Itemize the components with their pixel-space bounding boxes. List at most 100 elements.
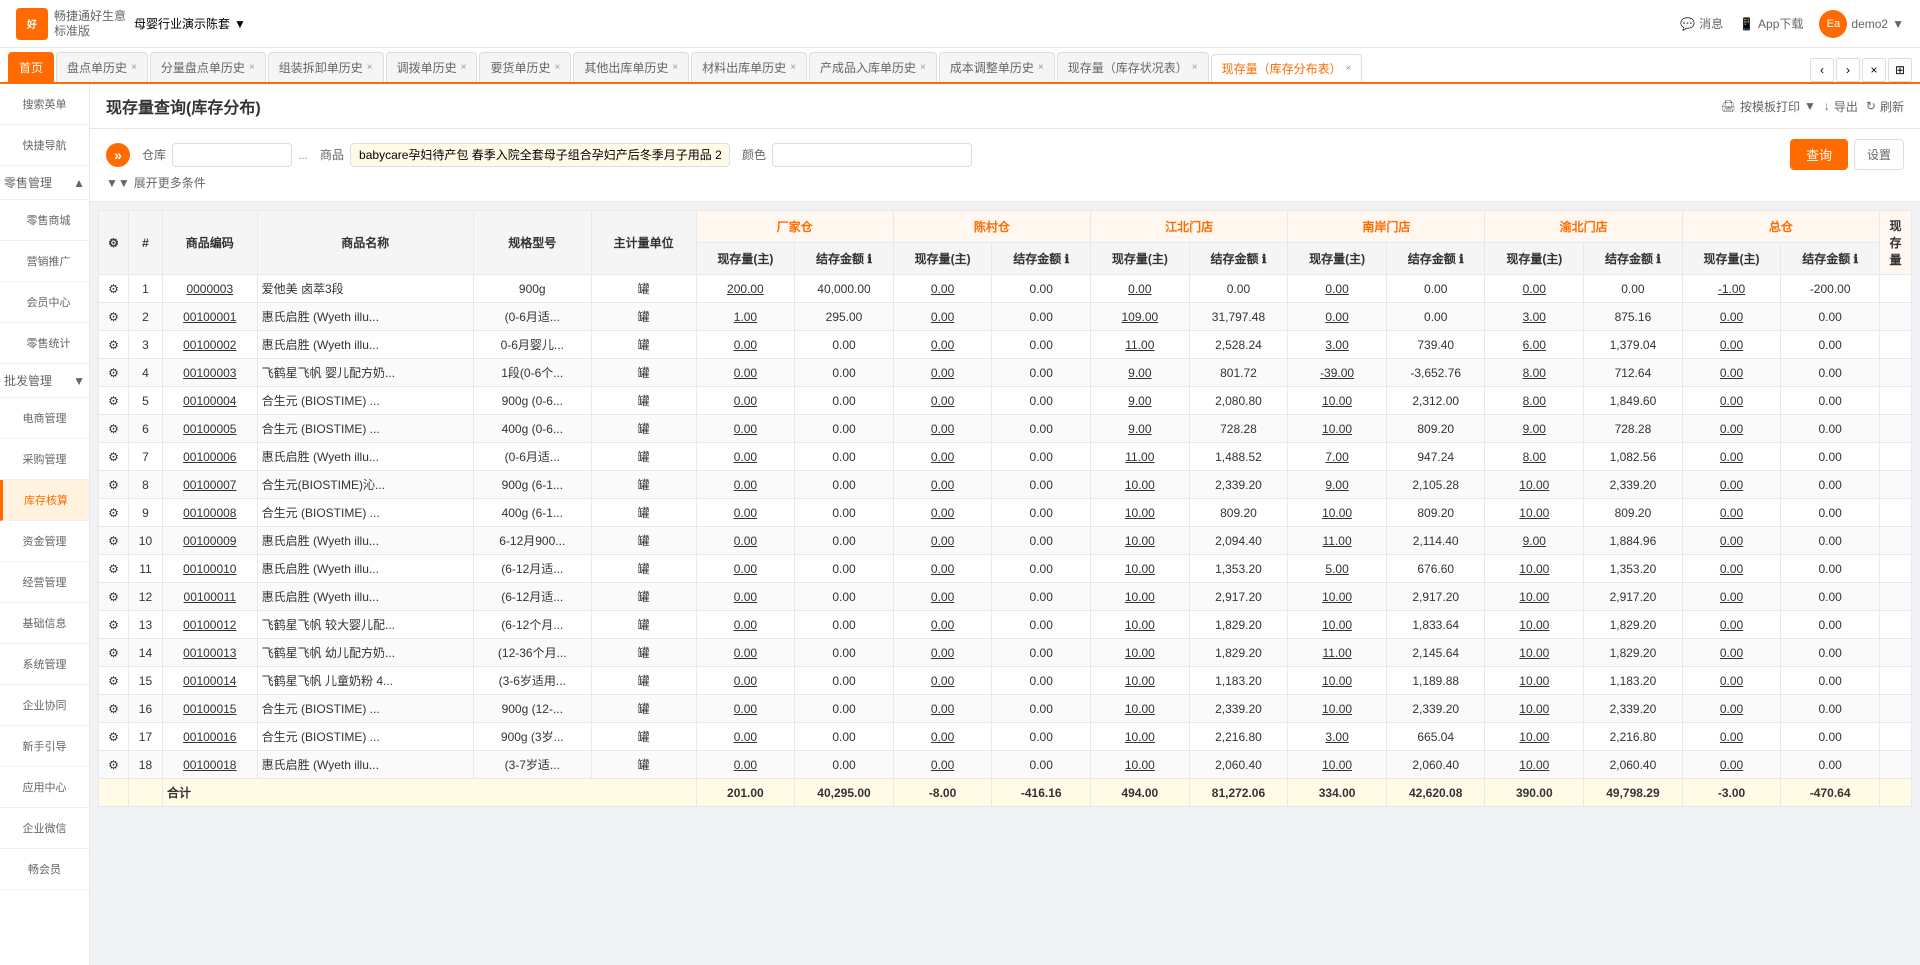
tab-cost-adjust[interactable]: 成本调整单历史 × <box>939 52 1055 82</box>
row-settings[interactable]: ⚙ <box>99 695 129 723</box>
tab-prev-btn[interactable]: ‹ <box>1810 58 1834 82</box>
company-dropdown[interactable]: 母婴行业演示陈套 ▼ <box>134 15 246 32</box>
row-f-amt: 0.00 <box>795 415 894 443</box>
row-spec: 900g (0-6... <box>473 387 591 415</box>
tab-close-icon[interactable]: × <box>672 62 678 73</box>
tab-inventory-check[interactable]: 盘点单历史 × <box>56 52 148 82</box>
app-icon: 📱 <box>1739 17 1754 31</box>
sidebar-item-quicknav[interactable]: 快捷导航 <box>0 125 89 166</box>
table-area[interactable]: ⚙ # 商品编码 商品名称 规格型号 主计量单位 厂家仓 陈村仓 江北门店 南岸… <box>90 202 1920 965</box>
tab-close-icon[interactable]: × <box>1346 63 1352 74</box>
row-settings[interactable]: ⚙ <box>99 443 129 471</box>
table-row: ⚙ 5 00100004 合生元 (BIOSTIME) ... 900g (0-… <box>99 387 1912 415</box>
row-settings[interactable]: ⚙ <box>99 471 129 499</box>
sidebar-item-retail-mall[interactable]: 零售商城 <box>0 200 89 241</box>
color-input[interactable] <box>772 143 972 167</box>
sidebar-item-finance[interactable]: 资金管理 <box>0 521 89 562</box>
tab-close-icon[interactable]: × <box>554 62 560 73</box>
tab-expand-btn[interactable]: ⊞ <box>1888 58 1912 82</box>
row-settings[interactable]: ⚙ <box>99 555 129 583</box>
tab-分量[interactable]: 分量盘点单历史 × <box>150 52 266 82</box>
row-settings[interactable]: ⚙ <box>99 611 129 639</box>
row-settings[interactable]: ⚙ <box>99 275 129 303</box>
sidebar-item-members[interactable]: 会员中心 <box>0 282 89 323</box>
row-na-amt: -3,652.76 <box>1386 359 1485 387</box>
tab-stock-distribution[interactable]: 现存量（库存分布表） × <box>1211 54 1363 84</box>
user-area[interactable]: Ea demo2 ▼ <box>1819 10 1904 38</box>
sidebar-item-basics[interactable]: 基础信息 <box>0 603 89 644</box>
row-na-qty: 11.00 <box>1288 639 1387 667</box>
expand-conditions-btn[interactable]: ▼▼ 展开更多条件 <box>106 174 1904 191</box>
tab-close-icon[interactable]: × <box>790 62 796 73</box>
row-extra <box>1879 443 1911 471</box>
row-settings[interactable]: ⚙ <box>99 751 129 779</box>
row-na-qty: -39.00 <box>1288 359 1387 387</box>
sidebar-item-purchase[interactable]: 采购管理 <box>0 439 89 480</box>
row-extra <box>1879 555 1911 583</box>
tab-label: 其他出库单历史 <box>584 59 668 76</box>
tab-close-icon[interactable]: × <box>920 62 926 73</box>
row-settings[interactable]: ⚙ <box>99 499 129 527</box>
expand-icon[interactable]: » <box>106 143 130 167</box>
row-settings[interactable]: ⚙ <box>99 583 129 611</box>
row-code: 00100018 <box>162 751 257 779</box>
tab-home[interactable]: 首页 <box>8 52 54 82</box>
row-settings[interactable]: ⚙ <box>99 303 129 331</box>
export-btn[interactable]: ↓ 导出 <box>1824 98 1858 115</box>
tab-outbound[interactable]: 其他出库单历史 × <box>573 52 689 82</box>
sidebar-item-retail[interactable]: 零售管理 ▲ <box>0 166 89 200</box>
row-yb-amt: 1,353.20 <box>1584 555 1683 583</box>
tab-transfer[interactable]: 调拨单历史 × <box>386 52 478 82</box>
tab-material[interactable]: 材料出库单历史 × <box>691 52 807 82</box>
sidebar-item-enterprise[interactable]: 企业协同 <box>0 685 89 726</box>
sidebar-item-system[interactable]: 系统管理 <box>0 644 89 685</box>
row-name: 惠氏启胜 (Wyeth illu... <box>257 443 473 471</box>
warehouse-input[interactable] <box>172 143 292 167</box>
refresh-btn[interactable]: ↻ 刷新 <box>1866 98 1904 115</box>
row-settings[interactable]: ⚙ <box>99 639 129 667</box>
sidebar-item-inventory[interactable]: 库存核算 <box>0 480 89 521</box>
row-settings[interactable]: ⚙ <box>99 331 129 359</box>
message-btn[interactable]: 💬 消息 <box>1680 15 1723 32</box>
query-button[interactable]: 查询 <box>1790 139 1848 170</box>
sidebar-item-guide[interactable]: 新手引导 <box>0 726 89 767</box>
filter-expand-btn[interactable]: » <box>106 143 130 167</box>
tab-close-icon[interactable]: × <box>461 62 467 73</box>
tab-stock-status[interactable]: 现存量（库存状况表） × <box>1057 52 1209 82</box>
row-spec: (12-36个月... <box>473 639 591 667</box>
tab-next-btn[interactable]: › <box>1836 58 1860 82</box>
row-settings[interactable]: ⚙ <box>99 359 129 387</box>
tab-product-inbound[interactable]: 产成品入库单历史 × <box>809 52 937 82</box>
row-settings[interactable]: ⚙ <box>99 415 129 443</box>
tab-order[interactable]: 要货单历史 × <box>479 52 571 82</box>
sidebar-item-apps[interactable]: 应用中心 <box>0 767 89 808</box>
sidebar-item-search[interactable]: 搜索英单 <box>0 84 89 125</box>
app-download-btn[interactable]: 📱 App下载 <box>1739 15 1803 32</box>
sidebar-item-member[interactable]: 畅会员 <box>0 849 89 890</box>
tab-close-icon[interactable]: × <box>249 62 255 73</box>
print-btn[interactable]: 🖨 按模板打印 ▼ <box>1721 98 1816 115</box>
refresh-label: 刷新 <box>1880 98 1904 115</box>
row-name: 惠氏启胜 (Wyeth illu... <box>257 331 473 359</box>
row-c-qty: 0.00 <box>893 499 992 527</box>
tab-close-icon[interactable]: × <box>131 62 137 73</box>
sidebar-item-ecommerce[interactable]: 电商管理 <box>0 398 89 439</box>
tab-assemble[interactable]: 组装拆卸单历史 × <box>268 52 384 82</box>
sidebar-item-marketing[interactable]: 营销推广 <box>0 241 89 282</box>
tab-close-icon[interactable]: × <box>1192 62 1198 73</box>
row-f-qty: 0.00 <box>696 639 795 667</box>
row-settings[interactable]: ⚙ <box>99 667 129 695</box>
sidebar-item-wechat[interactable]: 企业微信 <box>0 808 89 849</box>
row-settings[interactable]: ⚙ <box>99 387 129 415</box>
tab-close-icon[interactable]: × <box>1038 62 1044 73</box>
row-settings[interactable]: ⚙ <box>99 723 129 751</box>
sidebar-item-operations[interactable]: 经营管理 <box>0 562 89 603</box>
tab-close-icon[interactable]: × <box>367 62 373 73</box>
col-settings[interactable]: ⚙ <box>99 211 129 275</box>
goods-input[interactable] <box>350 143 730 167</box>
row-settings[interactable]: ⚙ <box>99 527 129 555</box>
sidebar-item-retail-stats[interactable]: 零售统计 <box>0 323 89 364</box>
sidebar-item-wholesale[interactable]: 批发管理 ▼ <box>0 364 89 398</box>
setting-button[interactable]: 设置 <box>1854 139 1904 170</box>
tab-close-all-btn[interactable]: × <box>1862 58 1886 82</box>
